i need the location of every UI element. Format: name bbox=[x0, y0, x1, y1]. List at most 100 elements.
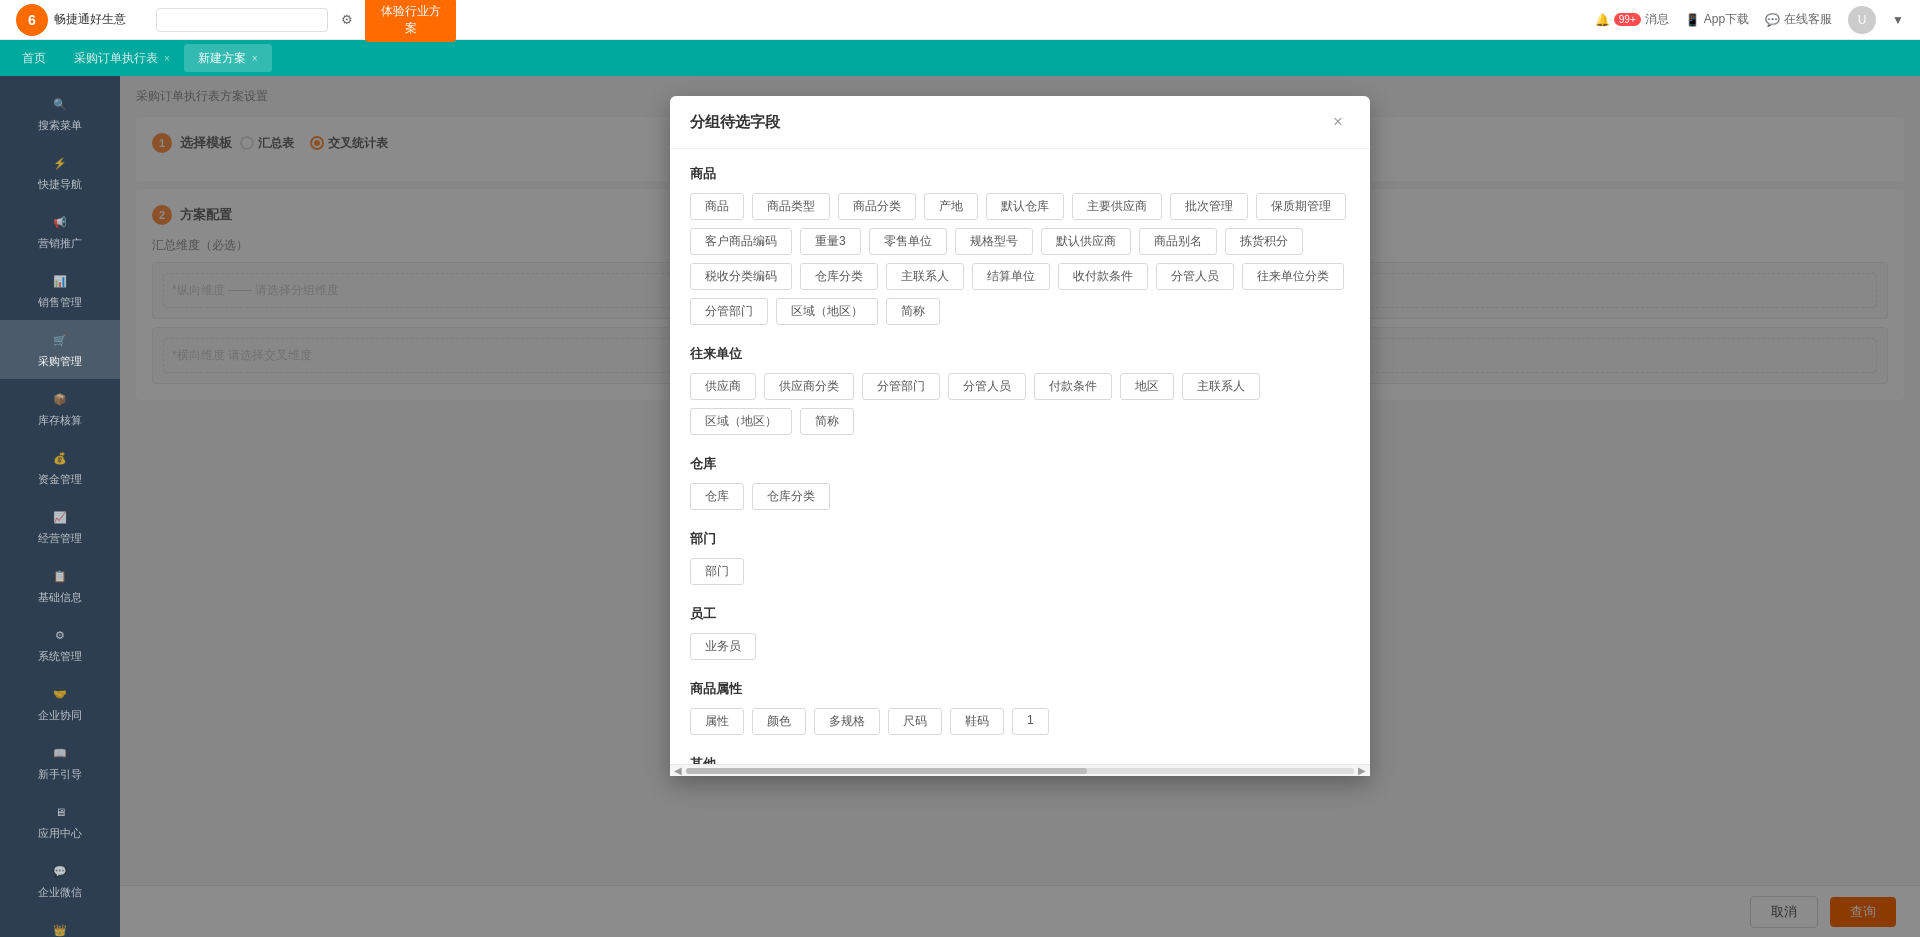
field-payment-condition[interactable]: 付款条件 bbox=[1034, 373, 1112, 400]
scroll-right-arrow[interactable]: ▶ bbox=[1358, 765, 1366, 776]
notification-item[interactable]: 🔔 99+ 消息 bbox=[1595, 11, 1669, 28]
field-salesperson[interactable]: 业务员 bbox=[690, 633, 756, 660]
tab-new-plan-close[interactable]: × bbox=[252, 53, 258, 64]
field-main-contact[interactable]: 主联系人 bbox=[886, 263, 964, 290]
field-payment-terms[interactable]: 收付款条件 bbox=[1058, 263, 1148, 290]
online-service-label: 在线客服 bbox=[1784, 11, 1832, 28]
avatar[interactable]: U bbox=[1848, 6, 1876, 34]
section-product-title: 商品 bbox=[690, 165, 1350, 183]
field-spec-model[interactable]: 规格型号 bbox=[955, 228, 1033, 255]
online-service-item[interactable]: 💬 在线客服 bbox=[1765, 11, 1832, 28]
field-managed-dept[interactable]: 分管部门 bbox=[862, 373, 940, 400]
app-download-label: App下载 bbox=[1704, 11, 1749, 28]
tab-home[interactable]: 首页 bbox=[8, 44, 60, 72]
field-multi-spec[interactable]: 多规格 bbox=[814, 708, 880, 735]
top-header: 6 畅捷通好生意 ⚙ 体验行业方案 🔔 99+ 消息 📱 App下载 💬 在线客… bbox=[0, 0, 1920, 40]
field-supplier[interactable]: 供应商 bbox=[690, 373, 756, 400]
tab-purchase-list-close[interactable]: × bbox=[164, 53, 170, 64]
notification-label: 消息 bbox=[1645, 11, 1669, 28]
field-product[interactable]: 商品 bbox=[690, 193, 744, 220]
field-product-alias[interactable]: 商品别名 bbox=[1139, 228, 1217, 255]
section-dept-title: 部门 bbox=[690, 530, 1350, 548]
field-attr[interactable]: 属性 bbox=[690, 708, 744, 735]
section-other: 其他 bbox=[690, 755, 1350, 764]
field-default-warehouse[interactable]: 默认仓库 bbox=[986, 193, 1064, 220]
sidebar-item-finance[interactable]: 💰 资金管理 bbox=[0, 438, 120, 497]
sidebar-item-system[interactable]: ⚙ 系统管理 bbox=[0, 615, 120, 674]
field-batch-mgmt[interactable]: 批次管理 bbox=[1170, 193, 1248, 220]
sidebar-item-quicknav[interactable]: ⚡ 快捷导航 bbox=[0, 143, 120, 202]
sidebar-item-purchase[interactable]: 🛒 采购管理 bbox=[0, 320, 120, 379]
field-short-name2[interactable]: 简称 bbox=[800, 408, 854, 435]
logo-text: 畅捷通好生意 bbox=[54, 11, 126, 28]
sidebar-item-marketing[interactable]: 📢 营销推广 bbox=[0, 202, 120, 261]
field-attr-1[interactable]: 1 bbox=[1012, 708, 1049, 735]
field-size[interactable]: 尺码 bbox=[888, 708, 942, 735]
basicinfo-icon: 📋 bbox=[50, 566, 70, 586]
scroll-left-arrow[interactable]: ◀ bbox=[674, 765, 682, 776]
tab-new-plan[interactable]: 新建方案 × bbox=[184, 44, 272, 72]
horizontal-scrollbar[interactable] bbox=[686, 768, 1354, 774]
field-pick-points[interactable]: 拣货积分 bbox=[1225, 228, 1303, 255]
field-tax-code[interactable]: 税收分类编码 bbox=[690, 263, 792, 290]
field-retail-unit[interactable]: 零售单位 bbox=[869, 228, 947, 255]
search-icon: 🔍 bbox=[50, 94, 70, 114]
field-warehouse-cat[interactable]: 仓库分类 bbox=[752, 483, 830, 510]
sidebar-item-member[interactable]: 👑 畅会员 bbox=[0, 910, 120, 937]
field-product-category[interactable]: 商品分类 bbox=[838, 193, 916, 220]
field-main-supplier[interactable]: 主要供应商 bbox=[1072, 193, 1162, 220]
settings-icon[interactable]: ⚙ bbox=[338, 10, 355, 30]
section-product: 商品 商品 商品类型 商品分类 产地 默认仓库 主要供应商 批次管理 保质期管理… bbox=[690, 165, 1350, 325]
notification-icon: 🔔 bbox=[1595, 13, 1610, 27]
sidebar-item-appcenter[interactable]: 🖥 应用中心 bbox=[0, 792, 120, 851]
field-managed-person[interactable]: 分管人员 bbox=[948, 373, 1026, 400]
modal-close-button[interactable]: × bbox=[1326, 110, 1350, 134]
trial-button[interactable]: 体验行业方案 bbox=[365, 0, 456, 42]
sidebar: 🔍 搜索菜单 ⚡ 快捷导航 📢 营销推广 📊 销售管理 🛒 采购管理 📦 库存核… bbox=[0, 76, 120, 937]
header-search: ⚙ 体验行业方案 bbox=[156, 0, 456, 42]
field-region2[interactable]: 区域（地区） bbox=[690, 408, 792, 435]
field-short-name[interactable]: 简称 bbox=[886, 298, 940, 325]
field-default-supplier[interactable]: 默认供应商 bbox=[1041, 228, 1131, 255]
sidebar-item-operations[interactable]: 📈 经营管理 bbox=[0, 497, 120, 556]
field-customer-code[interactable]: 客户商品编码 bbox=[690, 228, 792, 255]
field-warehouse[interactable]: 仓库 bbox=[690, 483, 744, 510]
field-dept[interactable]: 部门 bbox=[690, 558, 744, 585]
sidebar-item-wechat[interactable]: 💬 企业微信 bbox=[0, 851, 120, 910]
field-shoe-size[interactable]: 鞋码 bbox=[950, 708, 1004, 735]
modal-scrollbar[interactable]: ◀ ▶ bbox=[670, 764, 1370, 776]
field-manager[interactable]: 分管人员 bbox=[1156, 263, 1234, 290]
field-area[interactable]: 地区 bbox=[1120, 373, 1174, 400]
field-partner-category[interactable]: 往来单位分类 bbox=[1242, 263, 1344, 290]
section-product-attr-fields: 属性 颜色 多规格 尺码 鞋码 1 bbox=[690, 708, 1350, 735]
sidebar-item-sales[interactable]: 📊 销售管理 bbox=[0, 261, 120, 320]
sidebar-item-basicinfo[interactable]: 📋 基础信息 bbox=[0, 556, 120, 615]
sidebar-item-inventory[interactable]: 📦 库存核算 bbox=[0, 379, 120, 438]
field-shelf-life[interactable]: 保质期管理 bbox=[1256, 193, 1346, 220]
user-menu-icon[interactable]: ▼ bbox=[1892, 13, 1904, 27]
sidebar-item-search[interactable]: 🔍 搜索菜单 bbox=[0, 84, 120, 143]
sidebar-item-guide[interactable]: 📖 新手引导 bbox=[0, 733, 120, 792]
section-other-title: 其他 bbox=[690, 755, 1350, 764]
field-settlement-unit[interactable]: 结算单位 bbox=[972, 263, 1050, 290]
field-color[interactable]: 颜色 bbox=[752, 708, 806, 735]
modal-header: 分组待选字段 × bbox=[670, 96, 1370, 149]
field-dept-managed[interactable]: 分管部门 bbox=[690, 298, 768, 325]
modal-title: 分组待选字段 bbox=[690, 113, 780, 132]
field-region[interactable]: 区域（地区） bbox=[776, 298, 878, 325]
field-weight[interactable]: 重量3 bbox=[800, 228, 861, 255]
field-warehouse-category[interactable]: 仓库分类 bbox=[800, 263, 878, 290]
modal-body[interactable]: 商品 商品 商品类型 商品分类 产地 默认仓库 主要供应商 批次管理 保质期管理… bbox=[670, 149, 1370, 764]
section-warehouse-fields: 仓库 仓库分类 bbox=[690, 483, 1350, 510]
logo-area: 6 畅捷通好生意 bbox=[16, 4, 136, 36]
app-download-item[interactable]: 📱 App下载 bbox=[1685, 11, 1749, 28]
field-origin[interactable]: 产地 bbox=[924, 193, 978, 220]
field-main-contact2[interactable]: 主联系人 bbox=[1182, 373, 1260, 400]
field-supplier-category[interactable]: 供应商分类 bbox=[764, 373, 854, 400]
sidebar-item-collab[interactable]: 🤝 企业协同 bbox=[0, 674, 120, 733]
field-product-type[interactable]: 商品类型 bbox=[752, 193, 830, 220]
tab-purchase-list[interactable]: 采购订单执行表 × bbox=[60, 44, 184, 72]
system-icon: ⚙ bbox=[50, 625, 70, 645]
header-right: 🔔 99+ 消息 📱 App下载 💬 在线客服 U ▼ bbox=[1595, 6, 1904, 34]
search-input[interactable] bbox=[156, 8, 328, 32]
